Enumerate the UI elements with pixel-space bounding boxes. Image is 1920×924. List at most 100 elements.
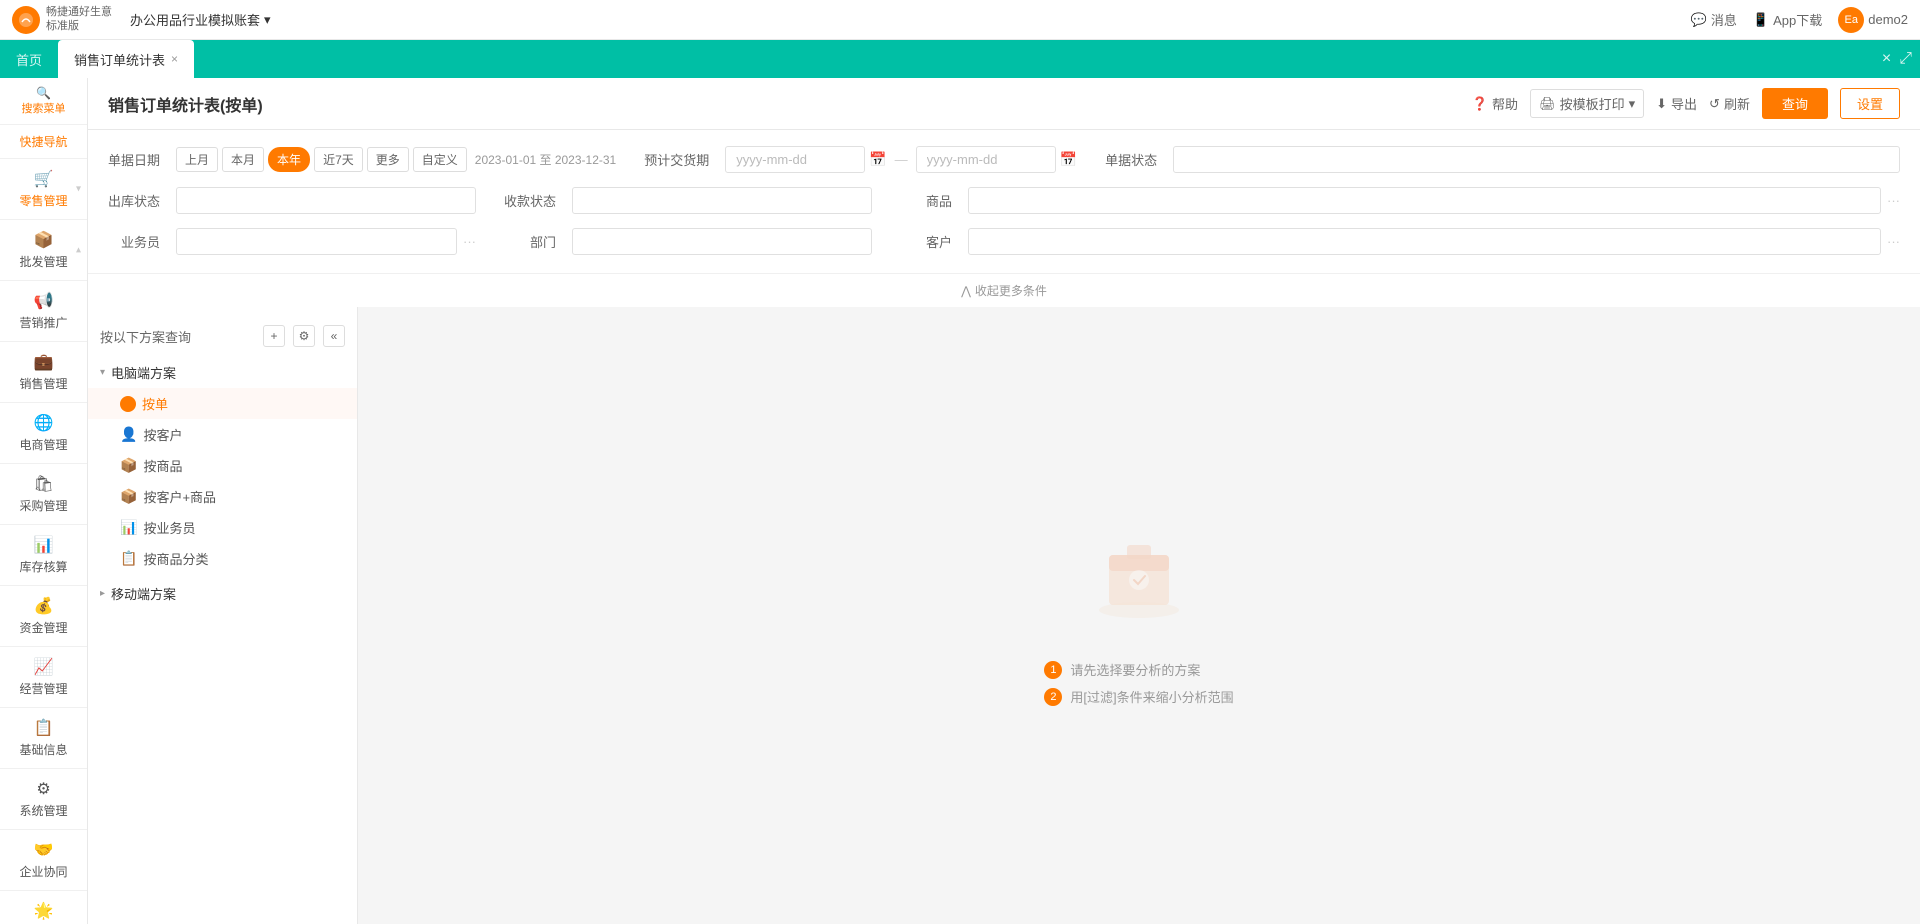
sidebar-item-ecom[interactable]: 🌐 电商管理: [0, 403, 87, 464]
chevron-down-icon: ▾: [264, 12, 271, 28]
calendar-icon-2: 📅: [1060, 151, 1077, 168]
scheme-item-by-salesperson[interactable]: 📊 按业务员: [88, 512, 357, 543]
sidebar: 🔍 搜索菜单 快捷导航 🛒 零售管理 ▾ 📦 批发管理 ▴ 📢 营销推广 💼 销…: [0, 78, 88, 924]
scheme-group-pc-header[interactable]: ▾ 电脑端方案: [88, 357, 357, 388]
sidebar-item-inventory[interactable]: 📊 库存核算: [0, 525, 87, 586]
sales-icon: 💼: [34, 352, 54, 372]
scheme-item-by-customer[interactable]: 👤 按客户: [88, 419, 357, 450]
scheme-group-mobile-header[interactable]: ▸ 移动端方案: [88, 578, 357, 609]
message-button[interactable]: 💬 消息: [1691, 10, 1737, 29]
sidebar-item-marketing[interactable]: 📢 营销推广: [0, 281, 87, 342]
sidebar-search[interactable]: 🔍 搜索菜单: [0, 78, 87, 125]
content-area: 销售订单统计表(按单) ❓ 帮助 🖨 按模板打印 ▾ ⬇ 导出 ↺ 刷新: [88, 78, 1920, 924]
tab-sales-stats[interactable]: 销售订单统计表 ×: [58, 40, 194, 78]
collapse-icon: ⋀: [961, 284, 971, 298]
payment-select[interactable]: [572, 187, 872, 214]
empty-tip-1: 1 请先选择要分析的方案: [1044, 660, 1233, 679]
scheme-item-by-category[interactable]: 📋 按商品分类: [88, 543, 357, 574]
tab-close-icon[interactable]: ×: [171, 52, 178, 66]
settings-button[interactable]: 设置: [1840, 88, 1900, 119]
search-icon: 🔍: [36, 86, 51, 100]
app-download-button[interactable]: 📱 App下载: [1753, 10, 1822, 29]
product-label: 商品: [900, 191, 952, 210]
date-separator: —: [895, 152, 908, 167]
date-btn-last-month[interactable]: 上月: [176, 147, 218, 172]
filter-row-2: 出库状态 收款状态 商品 ···: [108, 187, 1900, 214]
print-dropdown-icon: ▾: [1629, 96, 1636, 112]
help-button[interactable]: ❓ 帮助: [1472, 94, 1518, 113]
scheme-item-by-product[interactable]: 📦 按商品: [88, 450, 357, 481]
sidebar-item-ops[interactable]: 📈 经营管理: [0, 647, 87, 708]
status-select[interactable]: [1173, 146, 1900, 173]
cust-prod-scheme-icon: 📦: [120, 488, 137, 505]
sidebar-item-finance[interactable]: 💰 资金管理: [0, 586, 87, 647]
main-layout: 🔍 搜索菜单 快捷导航 🛒 零售管理 ▾ 📦 批发管理 ▴ 📢 营销推广 💼 销…: [0, 78, 1920, 924]
date-btn-this-month[interactable]: 本月: [222, 147, 264, 172]
product-more-icon[interactable]: ···: [1887, 193, 1900, 208]
window-close-icon[interactable]: ×: [1882, 50, 1891, 68]
department-select[interactable]: [572, 228, 872, 255]
sidebar-item-purchase[interactable]: 🛍 采购管理: [0, 464, 87, 525]
export-button[interactable]: ⬇ 导出: [1656, 94, 1697, 113]
ops-icon: 📈: [34, 657, 54, 677]
refresh-icon: ↺: [1709, 96, 1720, 112]
product-input[interactable]: [968, 187, 1881, 214]
sidebar-item-sales[interactable]: 💼 销售管理: [0, 342, 87, 403]
scheme-collapse-button[interactable]: «: [323, 325, 345, 347]
department-control: [572, 228, 872, 255]
date-btn-7days[interactable]: 近7天: [314, 147, 363, 172]
customer-input[interactable]: [968, 228, 1881, 255]
scheme-panel: 按以下方案查询 + ⚙ «: [88, 307, 358, 924]
salesperson-input[interactable]: [176, 228, 457, 255]
sidebar-item-wholesale[interactable]: 📦 批发管理 ▴: [0, 220, 87, 281]
system-icon: ⚙: [36, 779, 50, 799]
chevron-right-icon: ▸: [100, 588, 105, 599]
empty-tip-2: 2 用[过滤]条件来缩小分析范围: [1044, 687, 1233, 706]
refresh-button[interactable]: ↺ 刷新: [1709, 94, 1750, 113]
app-selector[interactable]: 办公用品行业模拟账套 ▾: [130, 10, 271, 29]
salesperson-label: 业务员: [108, 232, 160, 251]
scheme-group-pc: ▾ 电脑端方案 按单 👤 按客户 📦 按商品: [88, 357, 357, 574]
content-inner: 按以下方案查询 + ⚙ «: [88, 307, 1920, 924]
scheme-item-by-cust-prod[interactable]: 📦 按客户+商品: [88, 481, 357, 512]
marketing-icon: 📢: [34, 291, 54, 311]
delivery-select[interactable]: [176, 187, 476, 214]
page-title: 销售订单统计表(按单): [108, 92, 263, 116]
payment-control: [572, 187, 872, 214]
chevron-right-icon: ▾: [76, 184, 81, 195]
download-icon: 📱: [1753, 12, 1769, 28]
query-button[interactable]: 查询: [1762, 88, 1828, 119]
tab-home[interactable]: 首页: [0, 40, 58, 78]
user-menu[interactable]: Ea demo2: [1838, 7, 1908, 33]
gear-icon: ⚙: [299, 329, 310, 343]
window-expand-icon[interactable]: ⤢: [1899, 50, 1912, 68]
print-icon: 🖨: [1539, 96, 1556, 112]
scheme-add-button[interactable]: +: [263, 325, 285, 347]
sidebar-quick-nav[interactable]: 快捷导航: [0, 125, 87, 159]
scheme-settings-button[interactable]: ⚙: [293, 325, 315, 347]
date-btn-more[interactable]: 更多: [367, 147, 409, 172]
sidebar-item-retail[interactable]: 🛒 零售管理 ▾: [0, 159, 87, 220]
forecast-date-from[interactable]: [725, 146, 865, 173]
scheme-item-by-order[interactable]: 按单: [88, 388, 357, 419]
department-label: 部门: [504, 232, 556, 251]
forecast-date-to[interactable]: [916, 146, 1056, 173]
print-button[interactable]: 🖨 按模板打印 ▾: [1530, 89, 1644, 118]
date-btn-this-year[interactable]: 本年: [268, 147, 310, 172]
tab-bar-actions: × ⤢: [1882, 50, 1912, 68]
customer-more-icon[interactable]: ···: [1887, 234, 1900, 249]
filter-container: 单据日期 上月 本月 本年 近7天 更多 自定义 2023-01-01 至 20…: [88, 130, 1920, 273]
sidebar-item-system[interactable]: ⚙ 系统管理: [0, 769, 87, 830]
sidebar-item-coop[interactable]: 🤝 企业协同: [0, 830, 87, 891]
scheme-panel-title: 按以下方案查询: [100, 327, 191, 346]
customer-label: 客户: [900, 232, 952, 251]
sidebar-item-newbie[interactable]: 🌟 新手引导: [0, 891, 87, 924]
sidebar-item-basic[interactable]: 📋 基础信息: [0, 708, 87, 769]
page-header: 销售订单统计表(按单) ❓ 帮助 🖨 按模板打印 ▾ ⬇ 导出 ↺ 刷新: [88, 78, 1920, 130]
salesperson-more-icon[interactable]: ···: [463, 234, 476, 249]
collapse-bar[interactable]: ⋀ 收起更多条件: [88, 273, 1920, 307]
tab-bar: 首页 销售订单统计表 × × ⤢: [0, 40, 1920, 78]
message-icon: 💬: [1691, 12, 1707, 28]
date-btn-custom[interactable]: 自定义: [413, 147, 467, 172]
status-label: 单据状态: [1105, 150, 1157, 169]
